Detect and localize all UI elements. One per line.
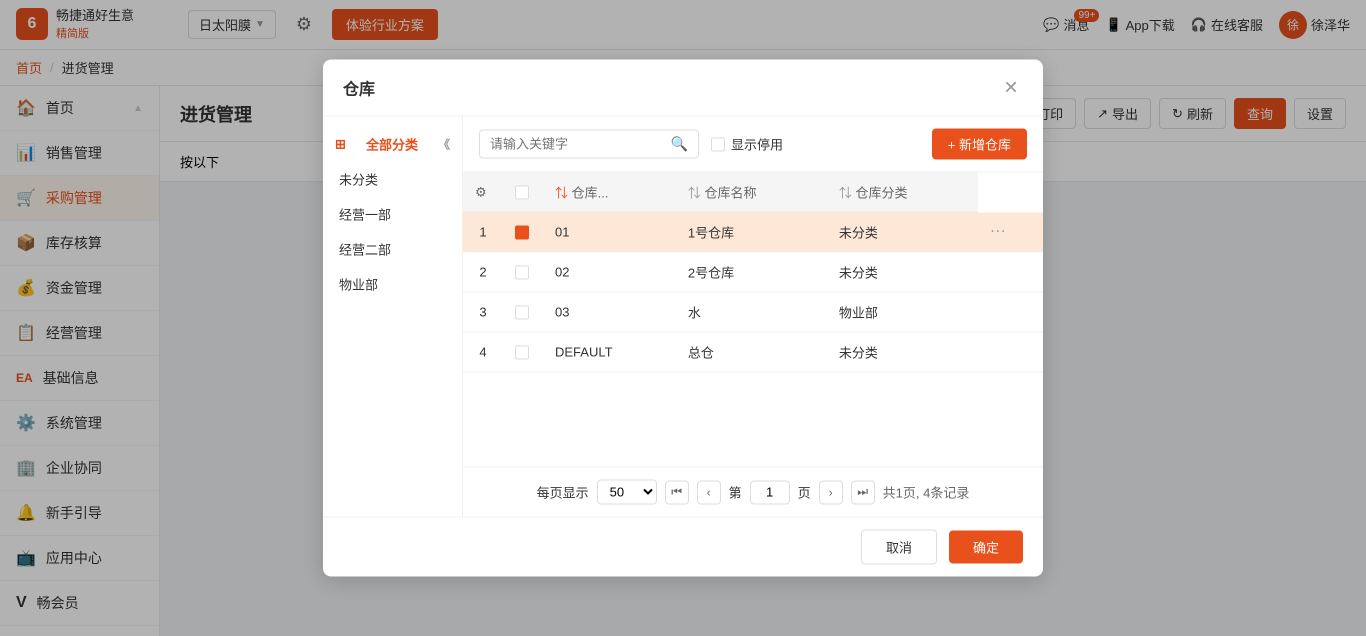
row-num: 1	[463, 212, 503, 252]
row-category: 未分类	[827, 332, 978, 372]
row-name: 2号仓库	[676, 252, 827, 292]
category-item-business2[interactable]: 经营二部	[323, 232, 462, 267]
table-row[interactable]: 4 DEFAULT 总仓 未分类	[463, 332, 1043, 372]
table-row[interactable]: 3 03 水 物业部	[463, 292, 1043, 332]
modal-header: 仓库 ✕	[323, 60, 1043, 117]
col-checkbox	[503, 173, 543, 213]
row-code: 03	[543, 292, 676, 332]
col-name: ⇅ 仓库名称	[676, 173, 827, 213]
table-row[interactable]: 2 02 2号仓库 未分类	[463, 252, 1043, 292]
table-header-row: ⚙ ⇅ 仓库... ⇅ 仓库名称 ⇅	[463, 173, 1043, 213]
table: ⚙ ⇅ 仓库... ⇅ 仓库名称 ⇅	[463, 173, 1043, 373]
checkbox[interactable]	[711, 137, 725, 151]
row-checkbox[interactable]	[503, 292, 543, 332]
category-item-property[interactable]: 物业部	[323, 267, 462, 302]
all-categories-item[interactable]: ⊞ 全部分类 《	[323, 127, 462, 162]
category-item-unclassified[interactable]: 未分类	[323, 162, 462, 197]
modal-pagination: 每页显示 50 100 ⏮ ‹ 第 页 › ⏭ 共1页, 4条记录	[463, 467, 1043, 517]
modal-main: 🔍 显示停用 + 新增仓库 ⚙ ⇅	[463, 117, 1043, 517]
next-page-button[interactable]: ›	[819, 480, 843, 504]
modal-body: ⊞ 全部分类 《 未分类 经营一部 经营二部 物业部 🔍 显示停用 +	[323, 117, 1043, 517]
add-warehouse-button[interactable]: + 新增仓库	[932, 129, 1027, 160]
row-code: DEFAULT	[543, 332, 676, 372]
sort-icon: ⇅	[688, 186, 701, 201]
per-page-select[interactable]: 50 100	[597, 480, 657, 505]
modal-footer: 取消 确定	[323, 517, 1043, 577]
show-disabled-checkbox[interactable]: 显示停用	[711, 135, 783, 154]
cancel-button[interactable]: 取消	[861, 530, 937, 565]
modal-title: 仓库	[343, 76, 375, 100]
warehouse-modal: 仓库 ✕ ⊞ 全部分类 《 未分类 经营一部 经营二部 物业部 🔍	[323, 60, 1043, 577]
more-options-button[interactable]: ···	[990, 223, 1006, 240]
col-category: ⇅ 仓库分类	[827, 173, 978, 213]
category-sidebar: ⊞ 全部分类 《 未分类 经营一部 经营二部 物业部	[323, 117, 463, 517]
row-code: 02	[543, 252, 676, 292]
total-info: 共1页, 4条记录	[883, 483, 970, 502]
last-page-button[interactable]: ⏭	[851, 480, 875, 504]
grid-icon: ⊞	[335, 136, 346, 152]
row-checkbox[interactable]	[503, 252, 543, 292]
row-num: 2	[463, 252, 503, 292]
confirm-button[interactable]: 确定	[949, 531, 1023, 564]
row-category: 物业部	[827, 292, 978, 332]
modal-search-bar: 🔍 显示停用 + 新增仓库	[463, 117, 1043, 173]
category-item-business1[interactable]: 经营一部	[323, 197, 462, 232]
sort-icon: ⇅	[839, 186, 852, 201]
row-name: 总仓	[676, 332, 827, 372]
warehouse-table: ⚙ ⇅ 仓库... ⇅ 仓库名称 ⇅	[463, 173, 1043, 467]
search-input-wrapper: 🔍	[479, 130, 699, 159]
col-code: ⇅ 仓库...	[543, 173, 676, 213]
prev-page-button[interactable]: ‹	[697, 480, 721, 504]
row-checkbox[interactable]	[503, 332, 543, 372]
table-row[interactable]: 1 01 1号仓库 未分类 ···	[463, 212, 1043, 252]
close-button[interactable]: ✕	[999, 76, 1023, 100]
row-category: 未分类	[827, 252, 978, 292]
row-checkbox[interactable]	[503, 212, 543, 252]
first-page-button[interactable]: ⏮	[665, 480, 689, 504]
col-settings: ⚙	[463, 173, 503, 213]
row-code: 01	[543, 212, 676, 252]
sort-icon: ⇅	[555, 186, 568, 201]
search-input[interactable]	[490, 137, 665, 152]
page-number-input[interactable]	[750, 480, 790, 504]
row-category: 未分类	[827, 212, 978, 252]
row-name: 1号仓库	[676, 212, 827, 252]
chevron-left-icon[interactable]: 《	[438, 136, 450, 153]
row-name: 水	[676, 292, 827, 332]
search-icon: 🔍	[671, 136, 688, 153]
row-num: 3	[463, 292, 503, 332]
row-num: 4	[463, 332, 503, 372]
